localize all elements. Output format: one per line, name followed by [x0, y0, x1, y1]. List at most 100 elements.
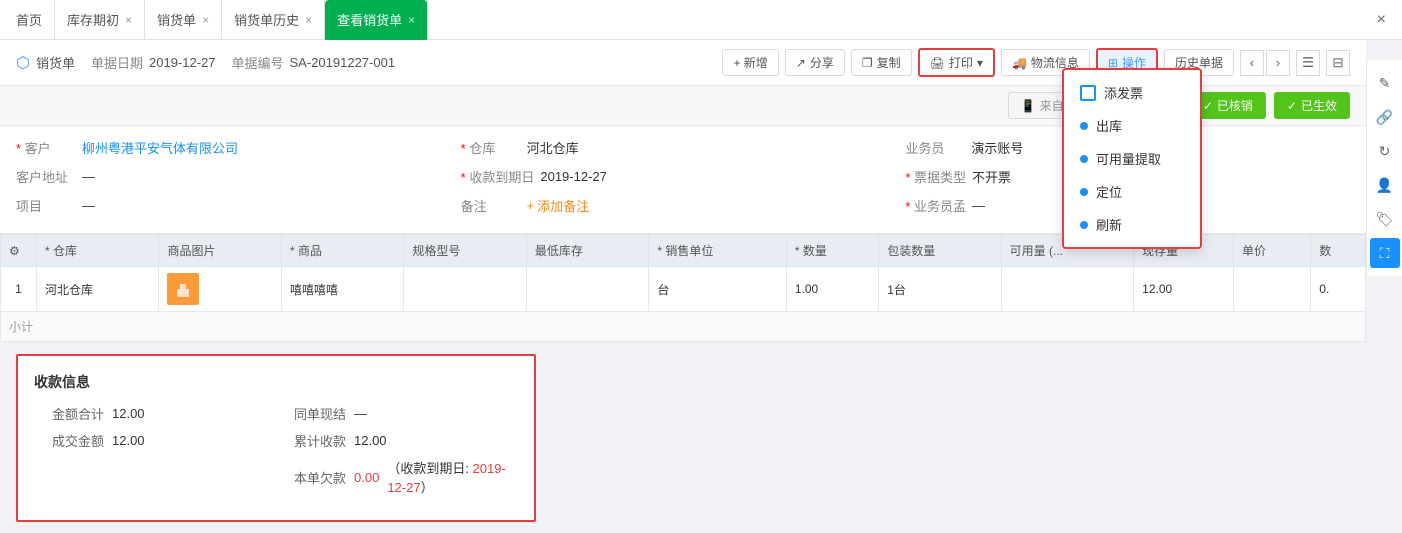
cell-available — [1001, 267, 1134, 312]
owed-field-val: 本单欠款 0.00 （收款到期日: 2019-12-27） — [276, 458, 518, 496]
refresh-item[interactable]: 刷新 — [1064, 208, 1200, 241]
same-order-field: 同单现结 — — [276, 404, 518, 423]
cumulative-field: 累计收款 12.00 — [276, 431, 518, 450]
operation-dropdown: 添发票 出库 可用量提取 定位 刷新 — [1062, 68, 1202, 249]
share-button[interactable]: ↗ 分享 — [785, 49, 845, 76]
locate-item[interactable]: 定位 — [1064, 175, 1200, 208]
warehouse-label: 仓库 — [461, 138, 521, 157]
table-wrapper: ⚙ * 仓库 商品图片 * 商品 规格型号 最低库存 * 销售单位 * 数量 包… — [0, 234, 1366, 342]
cell-spec — [404, 267, 526, 312]
new-button[interactable]: + 新增 — [722, 49, 778, 76]
outbound-item[interactable]: 出库 — [1064, 109, 1200, 142]
tab-home[interactable]: 首页 — [8, 0, 55, 40]
list-view-button[interactable]: ☰ — [1296, 50, 1320, 76]
nav-arrows: ‹ › — [1240, 50, 1290, 76]
customer-value[interactable]: 柳州粤港平安气体有限公司 — [82, 138, 238, 157]
prev-arrow[interactable]: ‹ — [1240, 50, 1264, 76]
same-order-label: 同单现结 — [276, 404, 346, 423]
same-order-value: — — [354, 406, 367, 421]
check-icon: ✓ — [1203, 99, 1213, 113]
note-field: 备注 + 添加备注 — [461, 196, 906, 215]
warehouse-field: 仓库 河北仓库 — [461, 138, 906, 157]
person-sidebar-icon[interactable]: 👤 — [1370, 170, 1400, 200]
owed-label: 本单欠款 — [276, 468, 346, 487]
cumulative-value: 12.00 — [354, 433, 387, 448]
close-tab-sales[interactable]: × — [202, 13, 209, 27]
add-invoice-item[interactable]: 添发票 — [1064, 76, 1200, 109]
doc-icon: ⬡ — [16, 53, 30, 73]
copy-icon: ❐ — [862, 56, 873, 70]
next-arrow[interactable]: › — [1266, 50, 1290, 76]
payment-box: 收款信息 金额合计 12.00 同单现结 — 成交金额 12.00 累计收款 1… — [16, 354, 536, 522]
salesperson-label: 业务员 — [905, 138, 965, 157]
th-product: * 商品 — [281, 235, 403, 267]
cell-warehouse: 河北仓库 — [37, 267, 159, 312]
due-date-value: 2019-12-27 — [540, 169, 607, 184]
th-count: 数 — [1311, 235, 1366, 267]
transaction-field: 成交金额 12.00 — [34, 431, 276, 450]
th-qty: * 数量 — [786, 235, 878, 267]
close-tab-view-sales[interactable]: × — [408, 13, 415, 27]
due-date-field: 收款到期日 2019-12-27 — [461, 167, 906, 186]
owed-value: 0.00 — [354, 470, 379, 485]
total-field: 金额合计 12.00 — [34, 404, 276, 423]
payment-row-3: 本单欠款 0.00 （收款到期日: 2019-12-27） — [34, 458, 518, 496]
doc-num-meta: 单据编号 SA-20191227-001 — [232, 53, 396, 72]
address-value: — — [82, 169, 95, 184]
share-icon: ↗ — [796, 56, 806, 70]
print-dropdown-arrow[interactable]: ▾ — [977, 56, 983, 70]
th-price: 单价 — [1234, 235, 1311, 267]
link-sidebar-icon[interactable]: 🔗 — [1370, 102, 1400, 132]
table-subtotal-row: 小计 — [1, 312, 1366, 342]
checkbox-icon — [1080, 85, 1096, 101]
th-package-qty: 包装数量 — [879, 235, 1001, 267]
print-icon: 🖨 — [930, 56, 945, 70]
close-tab-inventory[interactable]: × — [125, 13, 132, 27]
dot-icon-2 — [1080, 155, 1088, 163]
print-button[interactable]: 🖨 打印 ▾ — [918, 48, 995, 77]
project-value: — — [82, 198, 95, 213]
salesperson2-value: — — [972, 198, 985, 213]
toolbar-right: + 新增 ↗ 分享 ❐ 复制 🖨 打印 ▾ 🚚 物流信息 ⊞ 操作 — [722, 48, 1350, 77]
cell-qty: 1.00 — [786, 267, 878, 312]
edit-sidebar-icon[interactable]: ✎ — [1370, 68, 1400, 98]
cell-unit: 台 — [649, 267, 787, 312]
salesperson2-label: 业务员孟 — [905, 196, 966, 215]
effective-button[interactable]: ✓ 已生效 — [1274, 92, 1350, 119]
payment-row-2: 成交金额 12.00 累计收款 12.00 — [34, 431, 518, 450]
plus-icon: + — [527, 198, 535, 213]
cell-image — [159, 267, 281, 312]
copy-button[interactable]: ❐ 复制 — [851, 49, 912, 76]
grid-view-button[interactable]: ⊟ — [1326, 50, 1350, 76]
close-window-button[interactable]: × — [1369, 7, 1394, 33]
right-sidebar: ✎ 🔗 ↻ 👤 🏷 ⛶ — [1366, 60, 1402, 276]
address-label: 客户地址 — [16, 167, 76, 186]
refresh-sidebar-icon[interactable]: ↻ — [1370, 136, 1400, 166]
products-table: ⚙ * 仓库 商品图片 * 商品 规格型号 最低库存 * 销售单位 * 数量 包… — [0, 234, 1366, 342]
tab-sales[interactable]: 销货单 × — [145, 0, 222, 40]
project-label: 项目 — [16, 196, 76, 215]
due-date-label: 收款到期日 — [461, 167, 535, 186]
th-spec: 规格型号 — [404, 235, 526, 267]
tab-inventory[interactable]: 库存期初 × — [55, 0, 145, 40]
customer-label: 客户 — [16, 138, 76, 157]
row-num: 1 — [1, 267, 37, 312]
tab-bar: 首页 库存期初 × 销货单 × 销货单历史 × 查看销货单 × × — [0, 0, 1402, 40]
phone-icon: 📱 — [1021, 99, 1036, 113]
add-note-button[interactable]: + 添加备注 — [527, 196, 590, 215]
available-qty-item[interactable]: 可用量提取 — [1064, 142, 1200, 175]
salesperson-value: 演示账号 — [971, 138, 1023, 157]
tab-sales-history[interactable]: 销货单历史 × — [222, 0, 325, 40]
cell-min-stock — [526, 267, 648, 312]
address-field: 客户地址 — — [16, 167, 461, 186]
tab-view-sales[interactable]: 查看销货单 × — [325, 0, 428, 40]
cumulative-label: 累计收款 — [276, 431, 346, 450]
tag-sidebar-icon[interactable]: 🏷 — [1370, 204, 1400, 234]
ticket-label: 票据类型 — [905, 167, 966, 186]
total-label: 金额合计 — [34, 404, 104, 423]
dot-icon-4 — [1080, 221, 1088, 229]
check2-icon: ✓ — [1287, 99, 1297, 113]
close-tab-sales-history[interactable]: × — [305, 13, 312, 27]
expand-sidebar-icon[interactable]: ⛶ — [1370, 238, 1400, 268]
payment-row-1: 金额合计 12.00 同单现结 — — [34, 404, 518, 423]
